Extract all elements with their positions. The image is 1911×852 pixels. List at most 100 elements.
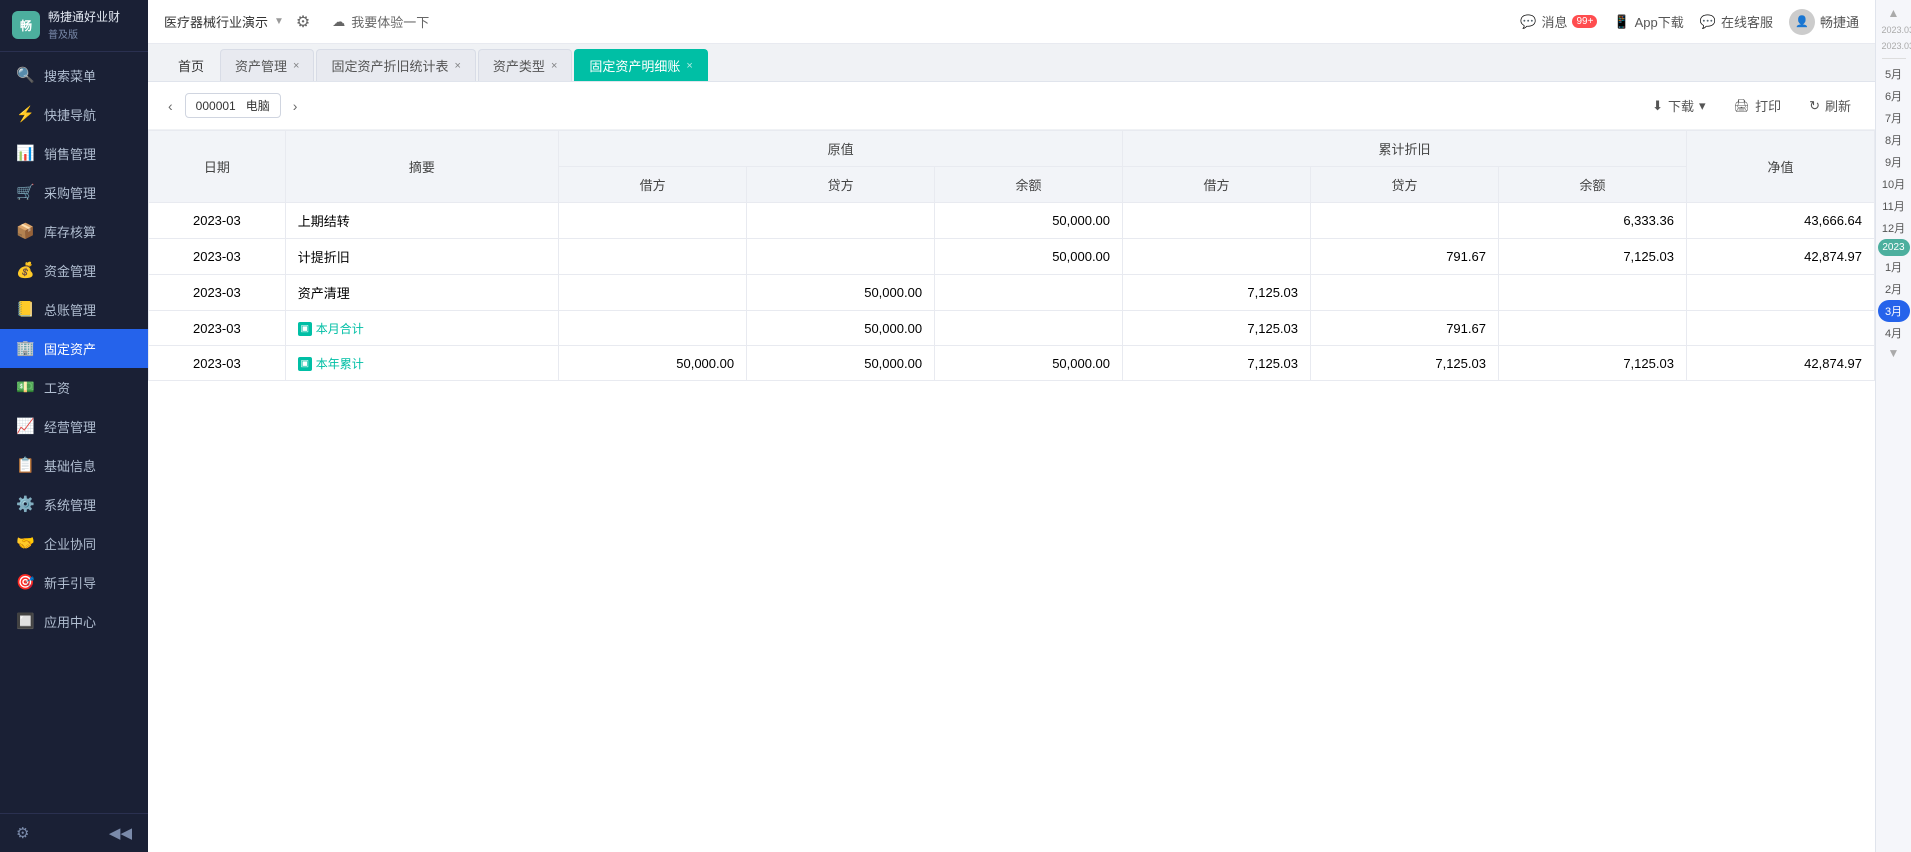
- scroll-month-4[interactable]: 4月: [1878, 322, 1910, 344]
- cell-orig-balance-4: 50,000.00: [935, 346, 1123, 381]
- print-button[interactable]: 🖨 打印: [1726, 92, 1790, 119]
- sidebar-label-operations: 经营管理: [44, 417, 96, 436]
- online-service-action[interactable]: 💬 在线客服: [1700, 12, 1773, 31]
- scroll-month-5[interactable]: 5月: [1878, 63, 1910, 85]
- scroll-month-12[interactable]: 12月: [1878, 217, 1910, 239]
- tab-depreciation-close[interactable]: ×: [454, 60, 460, 72]
- yearly-total-tag: ▣ 本年累计: [298, 355, 364, 372]
- scroll-month-3[interactable]: 3月: [1878, 300, 1910, 322]
- cell-net-1: 42,874.97: [1686, 239, 1874, 275]
- tab-asset-ledger-close[interactable]: ×: [686, 60, 692, 72]
- cloud-icon: ☁: [332, 14, 345, 30]
- ledger-nav: ‹ 000001 电脑 ›: [164, 93, 301, 118]
- scroll-month-11[interactable]: 11月: [1878, 195, 1910, 217]
- scroll-month-10[interactable]: 10月: [1878, 173, 1910, 195]
- app-center-icon: 🔲: [16, 612, 34, 630]
- scroll-month-7[interactable]: 7月: [1878, 107, 1910, 129]
- nav-prev-arrow[interactable]: ‹: [164, 96, 177, 116]
- messages-badge: 99+: [1572, 15, 1597, 28]
- refresh-button[interactable]: ↻ 刷新: [1801, 92, 1859, 119]
- sidebar-item-app-center[interactable]: 🔲 应用中心: [0, 602, 148, 641]
- collapse-sidebar-icon[interactable]: ◀◀: [109, 824, 132, 842]
- app-download-label: App下载: [1635, 12, 1684, 31]
- sidebar-label-base-info: 基础信息: [44, 456, 96, 475]
- payroll-icon: 💵: [16, 378, 34, 396]
- download-icon: ⬇: [1652, 98, 1663, 114]
- th-orig-balance: 余额: [935, 167, 1123, 203]
- tab-asset-ledger-label: 固定资产明细账: [589, 56, 680, 75]
- table-row: 2023-03 资产清理 50,000.00 7,125.03: [149, 275, 1875, 311]
- cell-date-4: 2023-03: [149, 346, 286, 381]
- scroll-month-2[interactable]: 2月: [1878, 278, 1910, 300]
- sidebar-item-payroll[interactable]: 💵 工资: [0, 368, 148, 407]
- th-date: 日期: [149, 131, 286, 203]
- cell-summary-4: ▣ 本年累计: [285, 346, 558, 381]
- topbar-left: 医疗器械行业演示 ▼ ⚙ ☁ 我要体验一下: [164, 8, 439, 35]
- sidebar-item-system[interactable]: ⚙️ 系统管理: [0, 485, 148, 524]
- sidebar-item-operations[interactable]: 📈 经营管理: [0, 407, 148, 446]
- sidebar-bottom: ⚙ ◀◀: [0, 813, 148, 852]
- company-settings-icon[interactable]: ⚙: [296, 12, 310, 32]
- tab-assets-label: 资产管理: [235, 56, 287, 75]
- tab-depreciation-label: 固定资产折旧统计表: [331, 56, 448, 75]
- main-area: 医疗器械行业演示 ▼ ⚙ ☁ 我要体验一下 💬 消息 99+ 📱 App下载 💬…: [148, 0, 1875, 852]
- cell-dep-credit-1: 791.67: [1311, 239, 1499, 275]
- sidebar-item-sales[interactable]: 📊 销售管理: [0, 134, 148, 173]
- th-accumulated-depreciation: 累计折旧: [1123, 131, 1687, 167]
- download-button[interactable]: ⬇ 下载 ▾: [1644, 92, 1713, 119]
- nav-next-arrow[interactable]: ›: [289, 96, 302, 116]
- scroll-month-9[interactable]: 9月: [1878, 151, 1910, 173]
- company-selector[interactable]: 医疗器械行业演示 ▼: [164, 12, 284, 31]
- cell-date-1: 2023-03: [149, 239, 286, 275]
- tab-depreciation[interactable]: 固定资产折旧统计表 ×: [316, 49, 475, 81]
- sidebar-item-purchase[interactable]: 🛒 采购管理: [0, 173, 148, 212]
- tab-asset-type-label: 资产类型: [493, 56, 545, 75]
- cell-orig-debit-3: [559, 311, 747, 346]
- messages-action[interactable]: 💬 消息 99+: [1520, 12, 1597, 31]
- topbar-right: 💬 消息 99+ 📱 App下载 💬 在线客服 👤 畅捷通: [1520, 9, 1859, 35]
- table-row: 2023-03 ▣ 本月合计 50,000.00 7,125.03 791.67: [149, 311, 1875, 346]
- scroll-up-arrow[interactable]: ▲: [1888, 6, 1900, 20]
- scroll-down-arrow[interactable]: ▼: [1888, 346, 1900, 360]
- sidebar-label-payroll: 工资: [44, 378, 70, 397]
- app-download-action[interactable]: 📱 App下载: [1613, 12, 1683, 31]
- table-row: 2023-03 上期结转 50,000.00 6,333.36 43,666.6…: [149, 203, 1875, 239]
- scroll-month-8[interactable]: 8月: [1878, 129, 1910, 151]
- settings-bottom-icon[interactable]: ⚙: [16, 824, 29, 842]
- user-name: 畅捷通: [1820, 12, 1859, 31]
- sidebar-item-funds[interactable]: 💰 资金管理: [0, 251, 148, 290]
- tab-assets[interactable]: 资产管理 ×: [220, 49, 314, 81]
- sales-icon: 📊: [16, 144, 34, 162]
- tabbar: 首页 资产管理 × 固定资产折旧统计表 × 资产类型 × 固定资产明细账 ×: [148, 44, 1875, 82]
- scroll-month-1[interactable]: 1月: [1878, 256, 1910, 278]
- cell-orig-balance-1: 50,000.00: [935, 239, 1123, 275]
- sidebar-item-base-info[interactable]: 📋 基础信息: [0, 446, 148, 485]
- sidebar-label-search: 搜索菜单: [44, 66, 96, 85]
- sidebar-item-inventory[interactable]: 📦 库存核算: [0, 212, 148, 251]
- sidebar-label-quick-nav: 快捷导航: [44, 105, 96, 124]
- experience-label: 我要体验一下: [351, 12, 429, 31]
- tab-asset-type-close[interactable]: ×: [551, 60, 557, 72]
- sidebar-item-ledger[interactable]: 📒 总账管理: [0, 290, 148, 329]
- tab-assets-close[interactable]: ×: [293, 60, 299, 72]
- user-action[interactable]: 👤 畅捷通: [1789, 9, 1859, 35]
- cell-summary-0: 上期结转: [285, 203, 558, 239]
- cell-date-0: 2023-03: [149, 203, 286, 239]
- tab-home[interactable]: 首页: [164, 49, 218, 81]
- sidebar-item-cooperation[interactable]: 🤝 企业协同: [0, 524, 148, 563]
- sidebar-item-search[interactable]: 🔍 搜索菜单: [0, 56, 148, 95]
- tab-asset-ledger[interactable]: 固定资产明细账 ×: [574, 49, 707, 81]
- cell-orig-credit-0: [747, 203, 935, 239]
- sidebar-item-guide[interactable]: 🎯 新手引导: [0, 563, 148, 602]
- sidebar-item-fixed-assets[interactable]: 🏢 固定资产: [0, 329, 148, 368]
- refresh-label: 刷新: [1825, 96, 1851, 115]
- experience-button[interactable]: ☁ 我要体验一下: [322, 8, 439, 35]
- topbar: 医疗器械行业演示 ▼ ⚙ ☁ 我要体验一下 💬 消息 99+ 📱 App下载 💬…: [148, 0, 1875, 44]
- cell-dep-credit-4: 7,125.03: [1311, 346, 1499, 381]
- cell-orig-balance-0: 50,000.00: [935, 203, 1123, 239]
- scroll-year-2023[interactable]: 2023: [1878, 239, 1910, 256]
- tab-asset-type[interactable]: 资产类型 ×: [478, 49, 572, 81]
- scroll-month-6[interactable]: 6月: [1878, 85, 1910, 107]
- cell-dep-balance-0: 6,333.36: [1498, 203, 1686, 239]
- sidebar-item-quick-nav[interactable]: ⚡ 快捷导航: [0, 95, 148, 134]
